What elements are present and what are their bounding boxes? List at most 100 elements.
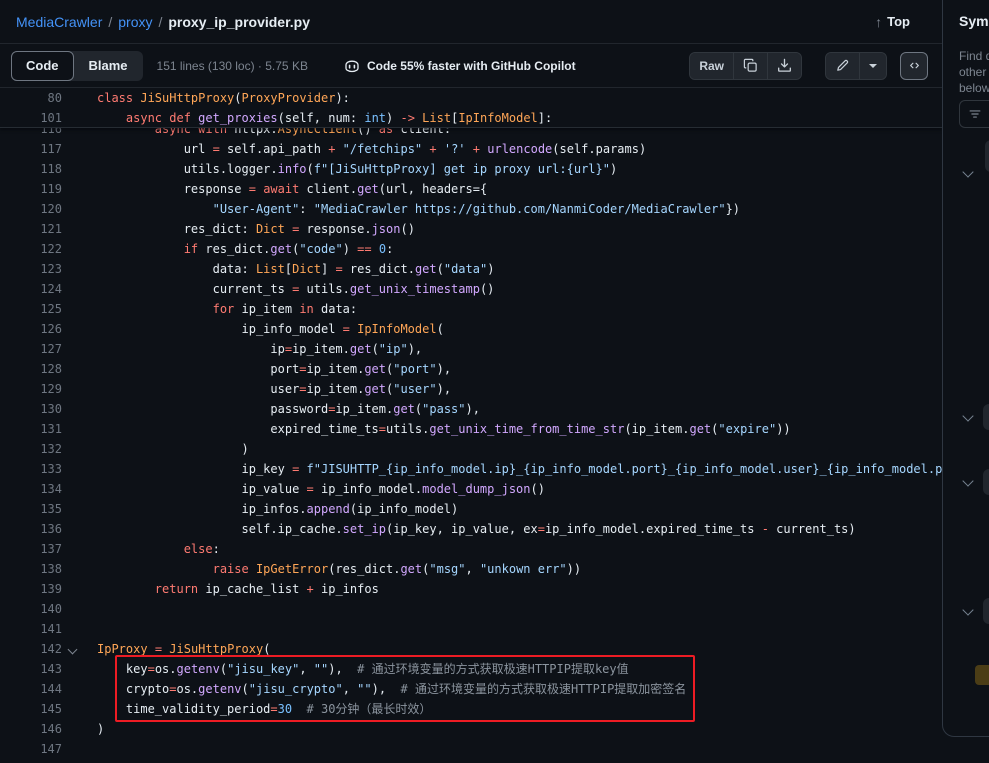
code-line: 117 url = self.api_path + "/fetchips" + …	[0, 139, 942, 159]
line-number[interactable]: 121	[0, 219, 62, 239]
line-number[interactable]: 147	[0, 739, 62, 759]
copy-raw-button[interactable]	[733, 53, 767, 79]
code-text: )	[97, 719, 104, 739]
code-line: 126 ip_info_model = IpInfoModel(	[0, 319, 942, 339]
code-text: current_ts = utils.get_unix_timestamp()	[97, 279, 494, 299]
code-text: data: List[Dict] = res_dict.get("data")	[97, 259, 494, 279]
code-line: 143 key=os.getenv("jisu_key", ""), # 通过环…	[0, 659, 942, 679]
line-number[interactable]: 118	[0, 159, 62, 179]
line-number[interactable]: 127	[0, 339, 62, 359]
symbol-tree-chevron-icon[interactable]	[962, 166, 973, 177]
line-number[interactable]: 101	[0, 108, 62, 128]
symbol-tree-item[interactable]	[985, 140, 989, 172]
code-line: 124 current_ts = utils.get_unix_timestam…	[0, 279, 942, 299]
code-text: utils.logger.info(f"[JiSuHttpProxy] get …	[97, 159, 617, 179]
copilot-banner[interactable]: Code 55% faster with GitHub Copilot	[344, 58, 576, 74]
fold-chevron-icon[interactable]	[68, 645, 78, 655]
line-number[interactable]: 143	[0, 659, 62, 679]
code-text: ip_info_model = IpInfoModel(	[97, 319, 444, 339]
breadcrumb-folder-link[interactable]: proxy	[118, 14, 152, 30]
line-number[interactable]: 125	[0, 299, 62, 319]
code-line: 121 res_dict: Dict = response.json()	[0, 219, 942, 239]
line-number[interactable]: 131	[0, 419, 62, 439]
code-line: 128 port=ip_item.get("port"),	[0, 359, 942, 379]
sticky-scope-header: 80 class JiSuHttpProxy(ProxyProvider): 101…	[0, 88, 942, 128]
code-line: 119 response = await client.get(url, hea…	[0, 179, 942, 199]
tab-code[interactable]: Code	[11, 51, 74, 81]
back-to-top-label: Top	[887, 14, 910, 29]
line-number[interactable]: 138	[0, 559, 62, 579]
file-view-column: MediaCrawler / proxy / proxy_ip_provider…	[0, 0, 942, 763]
line-number[interactable]: 141	[0, 619, 62, 639]
line-number[interactable]: 129	[0, 379, 62, 399]
line-number[interactable]: 146	[0, 719, 62, 739]
line-number[interactable]: 142	[0, 639, 62, 659]
code-line: 80 class JiSuHttpProxy(ProxyProvider):	[0, 88, 942, 108]
tab-blame[interactable]: Blame	[74, 51, 143, 81]
download-raw-button[interactable]	[767, 53, 801, 79]
code-blame-switch: Code Blame	[11, 51, 143, 81]
code-line: 133 ip_key = f"JISUHTTP_{ip_info_model.i…	[0, 459, 942, 479]
highlighted-symbol-chip[interactable]	[975, 665, 989, 685]
line-number[interactable]: 130	[0, 399, 62, 419]
line-number[interactable]: 126	[0, 319, 62, 339]
back-to-top-button[interactable]: ↑ Top	[875, 14, 910, 30]
line-number[interactable]: 136	[0, 519, 62, 539]
line-number[interactable]: 124	[0, 279, 62, 299]
line-number[interactable]: 80	[0, 88, 62, 108]
line-number[interactable]: 117	[0, 139, 62, 159]
symbol-tree-chevron-icon[interactable]	[962, 475, 973, 486]
line-number[interactable]: 132	[0, 439, 62, 459]
code-text: key=os.getenv("jisu_key", ""), # 通过环境变量的…	[97, 659, 629, 679]
code-text: if res_dict.get("code") == 0:	[97, 239, 393, 259]
code-line: 129 user=ip_item.get("user"),	[0, 379, 942, 399]
toolbar-actions: Raw	[689, 52, 928, 80]
raw-button[interactable]: Raw	[690, 53, 733, 79]
edit-button-group	[825, 52, 887, 80]
code-editor-area: 116 async with httpx.AsyncClient() as cl…	[0, 88, 942, 763]
github-code-view: MediaCrawler / proxy / proxy_ip_provider…	[0, 0, 989, 763]
symbol-tree-chevron-icon[interactable]	[962, 410, 973, 421]
line-number[interactable]: 119	[0, 179, 62, 199]
code-line: 145 time_validity_period=30 # 30分钟（最长时效）	[0, 699, 942, 719]
line-number[interactable]: 139	[0, 579, 62, 599]
line-number[interactable]: 120	[0, 199, 62, 219]
code-text: user=ip_item.get("user"),	[97, 379, 451, 399]
line-number[interactable]: 133	[0, 459, 62, 479]
breadcrumb-separator: /	[158, 14, 162, 30]
symbol-tree-item[interactable]	[983, 598, 989, 624]
symbol-tree-item[interactable]	[983, 469, 989, 495]
code-line: 131 expired_time_ts=utils.get_unix_time_…	[0, 419, 942, 439]
code-text: )	[97, 439, 249, 459]
line-number[interactable]: 123	[0, 259, 62, 279]
code-line: 146)	[0, 719, 942, 739]
code-line: 122 if res_dict.get("code") == 0:	[0, 239, 942, 259]
breadcrumb-repo-link[interactable]: MediaCrawler	[16, 14, 102, 30]
line-number[interactable]: 140	[0, 599, 62, 619]
line-number[interactable]: 128	[0, 359, 62, 379]
filter-symbols-input[interactable]	[959, 100, 989, 128]
line-number[interactable]: 134	[0, 479, 62, 499]
line-number[interactable]: 135	[0, 499, 62, 519]
symbol-tree-chevron-icon[interactable]	[962, 604, 973, 615]
edit-dropdown-button[interactable]	[859, 53, 886, 79]
line-number[interactable]: 137	[0, 539, 62, 559]
symbol-tree-item[interactable]	[983, 404, 989, 430]
code-text: else:	[97, 539, 220, 559]
code-lines: 116 async with httpx.AsyncClient() as cl…	[0, 119, 942, 759]
code-line: 132 )	[0, 439, 942, 459]
code-text: port=ip_item.get("port"),	[97, 359, 451, 379]
code-text: for ip_item in data:	[97, 299, 357, 319]
symbols-panel-toggle-button[interactable]	[900, 52, 928, 80]
line-number[interactable]: 122	[0, 239, 62, 259]
code-line: 144 crypto=os.getenv("jisu_crypto", ""),…	[0, 679, 942, 699]
code-text: raise IpGetError(res_dict.get("msg", "un…	[97, 559, 581, 579]
file-toolbar: Code Blame 151 lines (130 loc) · 5.75 KB…	[0, 44, 942, 88]
code-text: class JiSuHttpProxy(ProxyProvider):	[97, 88, 350, 108]
symbols-panel-description: Find definitions and references for func…	[959, 48, 989, 96]
line-number[interactable]: 144	[0, 679, 62, 699]
line-number[interactable]: 145	[0, 699, 62, 719]
edit-file-button[interactable]	[826, 53, 859, 79]
code-text: url = self.api_path + "/fetchips" + '?' …	[97, 139, 646, 159]
breadcrumb-bar: MediaCrawler / proxy / proxy_ip_provider…	[0, 0, 942, 44]
